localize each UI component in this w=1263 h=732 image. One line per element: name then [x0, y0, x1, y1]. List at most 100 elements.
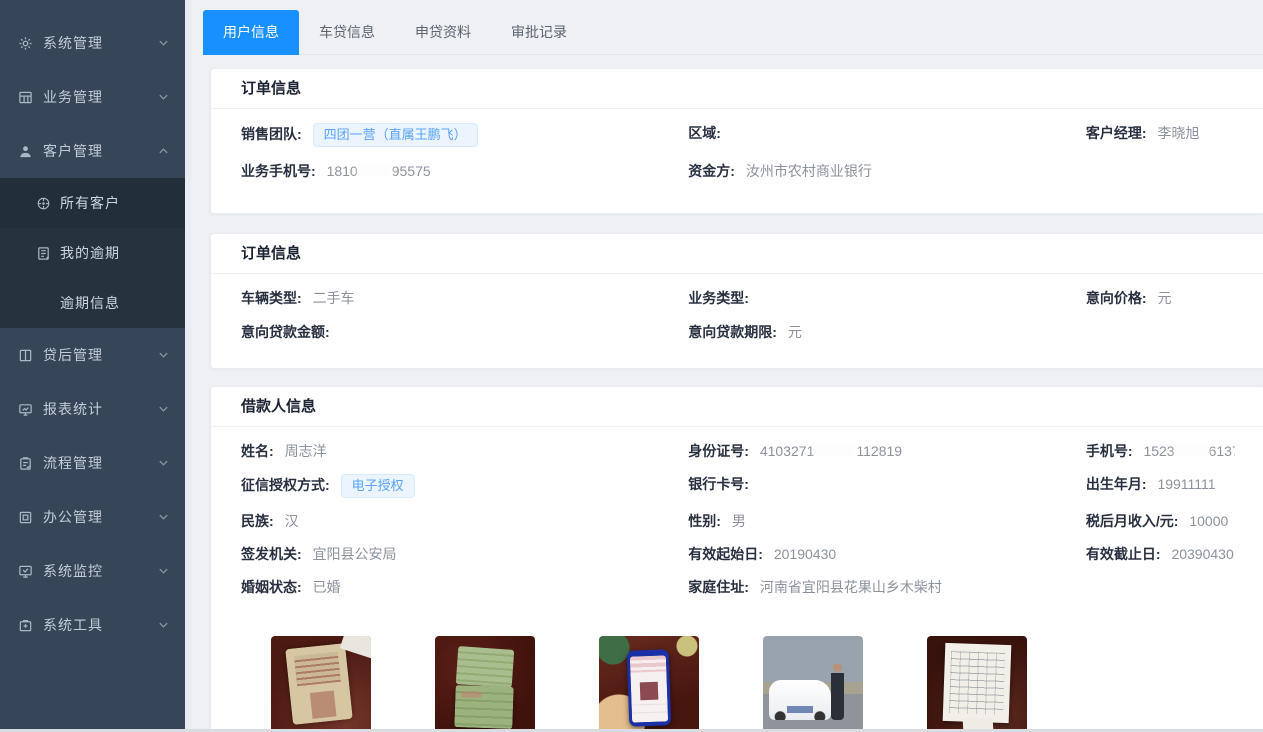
- sidebar-item-system-monitor[interactable]: 系统监控: [0, 544, 185, 598]
- sidebar-subitem-label: 我的逾期: [60, 243, 120, 263]
- sidebar-subitem-all-customers[interactable]: 所有客户: [0, 178, 185, 228]
- sales-team-tag[interactable]: 四团一营（直属王鹏飞）: [313, 123, 478, 147]
- sidebar-item-workflow-management[interactable]: 流程管理: [0, 436, 185, 490]
- sidebar-item-label: 系统管理: [43, 33, 103, 53]
- clipboard-icon: [17, 455, 33, 471]
- sidebar-item-label: 业务管理: [43, 87, 103, 107]
- tab-car-loan-info[interactable]: 车贷信息: [299, 10, 395, 55]
- field-gender: 性别: 男: [688, 511, 1086, 531]
- field-intended-price: 意向价格: 元: [1086, 288, 1235, 308]
- photo-auth-screenshot: 授权截图: [599, 636, 699, 732]
- redacted-digits: [815, 443, 855, 458]
- columns-icon: [17, 347, 33, 363]
- field-ethnic: 民族: 汉: [241, 511, 688, 531]
- chevron-down-icon: [158, 458, 169, 469]
- photo-paper-document: 材料照片: [927, 636, 1027, 732]
- field-value: 李晓旭: [1157, 125, 1199, 141]
- field-empty: [1086, 322, 1235, 342]
- photo-license-booklet: 驾驶证照片: [435, 636, 535, 732]
- sidebar-subitem-label: 逾期信息: [60, 293, 120, 313]
- field-label: 银行卡号:: [688, 476, 749, 492]
- redacted-digits: [359, 163, 391, 178]
- field-label: 手机号:: [1086, 443, 1133, 459]
- field-value: 19911111: [1157, 476, 1215, 492]
- sidebar-item-label: 贷后管理: [43, 345, 103, 365]
- chevron-down-icon: [158, 38, 169, 49]
- chevron-down-icon: [158, 620, 169, 631]
- field-account-manager: 客户经理: 李晓旭: [1086, 123, 1235, 147]
- sidebar-item-customer-management[interactable]: 客户管理: [0, 124, 185, 178]
- field-label: 民族:: [241, 513, 274, 529]
- chevron-down-icon: [158, 566, 169, 577]
- auth-screenshot-thumb[interactable]: [599, 636, 699, 732]
- field-value: 汝州市农村商业银行: [746, 163, 872, 179]
- credit-auth-tag[interactable]: 电子授权: [341, 474, 415, 498]
- vehicle-order-card: 订单信息 车辆类型: 二手车 业务类型: 意向价格: 元 意向贷款金额: 意向贷…: [210, 233, 1263, 369]
- sidebar-item-label: 客户管理: [43, 141, 103, 161]
- field-value: 1523: [1143, 443, 1174, 459]
- field-value: 宜阳县公安局: [313, 546, 397, 562]
- field-address: 家庭住址: 河南省宜阳县花果山乡木柴村: [688, 577, 1086, 597]
- field-label: 出生年月:: [1086, 476, 1147, 492]
- field-value: 20390430: [1171, 546, 1233, 562]
- order-info-card: 订单信息 销售团队: 四团一营（直属王鹏飞） 区域: 客户经理: 李晓旭 业务手…: [210, 68, 1263, 214]
- sidebar-item-system-management[interactable]: 系统管理: [0, 16, 185, 70]
- person-with-car-thumb[interactable]: [763, 636, 863, 732]
- sidebar-subitem-overdue-info[interactable]: 逾期信息: [0, 278, 185, 328]
- license-booklet-thumb[interactable]: [435, 636, 535, 732]
- field-label: 身份证号:: [688, 443, 749, 459]
- sidebar-item-office-management[interactable]: 办公管理: [0, 490, 185, 544]
- sidebar-item-label: 流程管理: [43, 453, 103, 473]
- field-valid-to: 有效截止日: 20390430: [1086, 544, 1235, 564]
- redacted-digits: [1176, 443, 1208, 458]
- sidebar-subitem-my-overdue[interactable]: 我的逾期: [0, 228, 185, 278]
- field-value: 二手车: [313, 290, 355, 306]
- sidebar-item-business-management[interactable]: 业务管理: [0, 70, 185, 124]
- field-value: 10000: [1189, 513, 1228, 529]
- sidebar-scrollbar[interactable]: [185, 0, 191, 732]
- field-label: 意向贷款期限:: [688, 324, 777, 340]
- paper-document-thumb[interactable]: [927, 636, 1027, 732]
- tab-user-info[interactable]: 用户信息: [203, 10, 299, 55]
- borrower-photos: 身份证 驾驶证照片 授权截图 人车合影 材料照片: [271, 636, 1235, 732]
- chevron-down-icon: [158, 92, 169, 103]
- order-info-body: 销售团队: 四团一营（直属王鹏飞） 区域: 客户经理: 李晓旭 业务手机号: 1…: [211, 109, 1263, 197]
- field-value: 1810: [327, 163, 358, 179]
- sidebar-item-report-statistics[interactable]: 报表统计: [0, 382, 185, 436]
- field-birth: 出生年月: 19911111: [1086, 474, 1235, 498]
- field-label: 婚姻状态:: [241, 579, 302, 595]
- field-label: 客户经理:: [1086, 125, 1147, 141]
- tab-approval-records[interactable]: 审批记录: [491, 10, 587, 55]
- field-intended-loan-amount: 意向贷款金额:: [241, 322, 688, 342]
- photo-id-card: 身份证: [271, 636, 371, 732]
- borrower-info-card: 借款人信息 姓名: 周志洋 身份证号: 4103271112819 手机号: 1…: [210, 386, 1263, 732]
- field-value: 95575: [392, 163, 431, 179]
- field-label: 区域:: [688, 125, 721, 141]
- field-name: 姓名: 周志洋: [241, 441, 688, 461]
- field-value: 河南省宜阳县花果山乡木柴村: [760, 579, 942, 595]
- sidebar-item-label: 系统监控: [43, 561, 103, 581]
- field-value: 汉: [285, 513, 299, 529]
- tab-loan-application-docs[interactable]: 申贷资料: [395, 10, 491, 55]
- sidebar-item-postloan-management[interactable]: 贷后管理: [0, 328, 185, 382]
- monitor-check-icon: [17, 563, 33, 579]
- chevron-down-icon: [158, 404, 169, 415]
- id-card-photo-thumb[interactable]: [271, 636, 371, 732]
- sidebar-item-system-tools[interactable]: 系统工具: [0, 598, 185, 652]
- field-value: 周志洋: [285, 443, 327, 459]
- field-business-phone: 业务手机号: 1810 95575: [241, 161, 688, 181]
- sidebar: 系统管理 业务管理 客户管理 所有客户 我的逾期 逾期信息: [0, 0, 185, 732]
- detail-tabbar: 用户信息 车贷信息 申贷资料 审批记录: [203, 10, 1263, 55]
- field-mobile: 手机号: 15236137: [1086, 441, 1235, 461]
- field-valid-from: 有效起始日: 20190430: [688, 544, 1086, 564]
- card-title: 借款人信息: [211, 387, 1263, 427]
- field-label: 签发机关:: [241, 546, 302, 562]
- field-label: 征信授权方式:: [241, 477, 330, 493]
- field-credit-auth: 征信授权方式: 电子授权: [241, 474, 688, 498]
- field-vehicle-type: 车辆类型: 二手车: [241, 288, 688, 308]
- field-label: 业务手机号:: [241, 163, 316, 179]
- gear-icon: [17, 35, 33, 51]
- user-icon: [17, 143, 33, 159]
- monitor-icon: [17, 401, 33, 417]
- field-region: 区域:: [688, 123, 1086, 147]
